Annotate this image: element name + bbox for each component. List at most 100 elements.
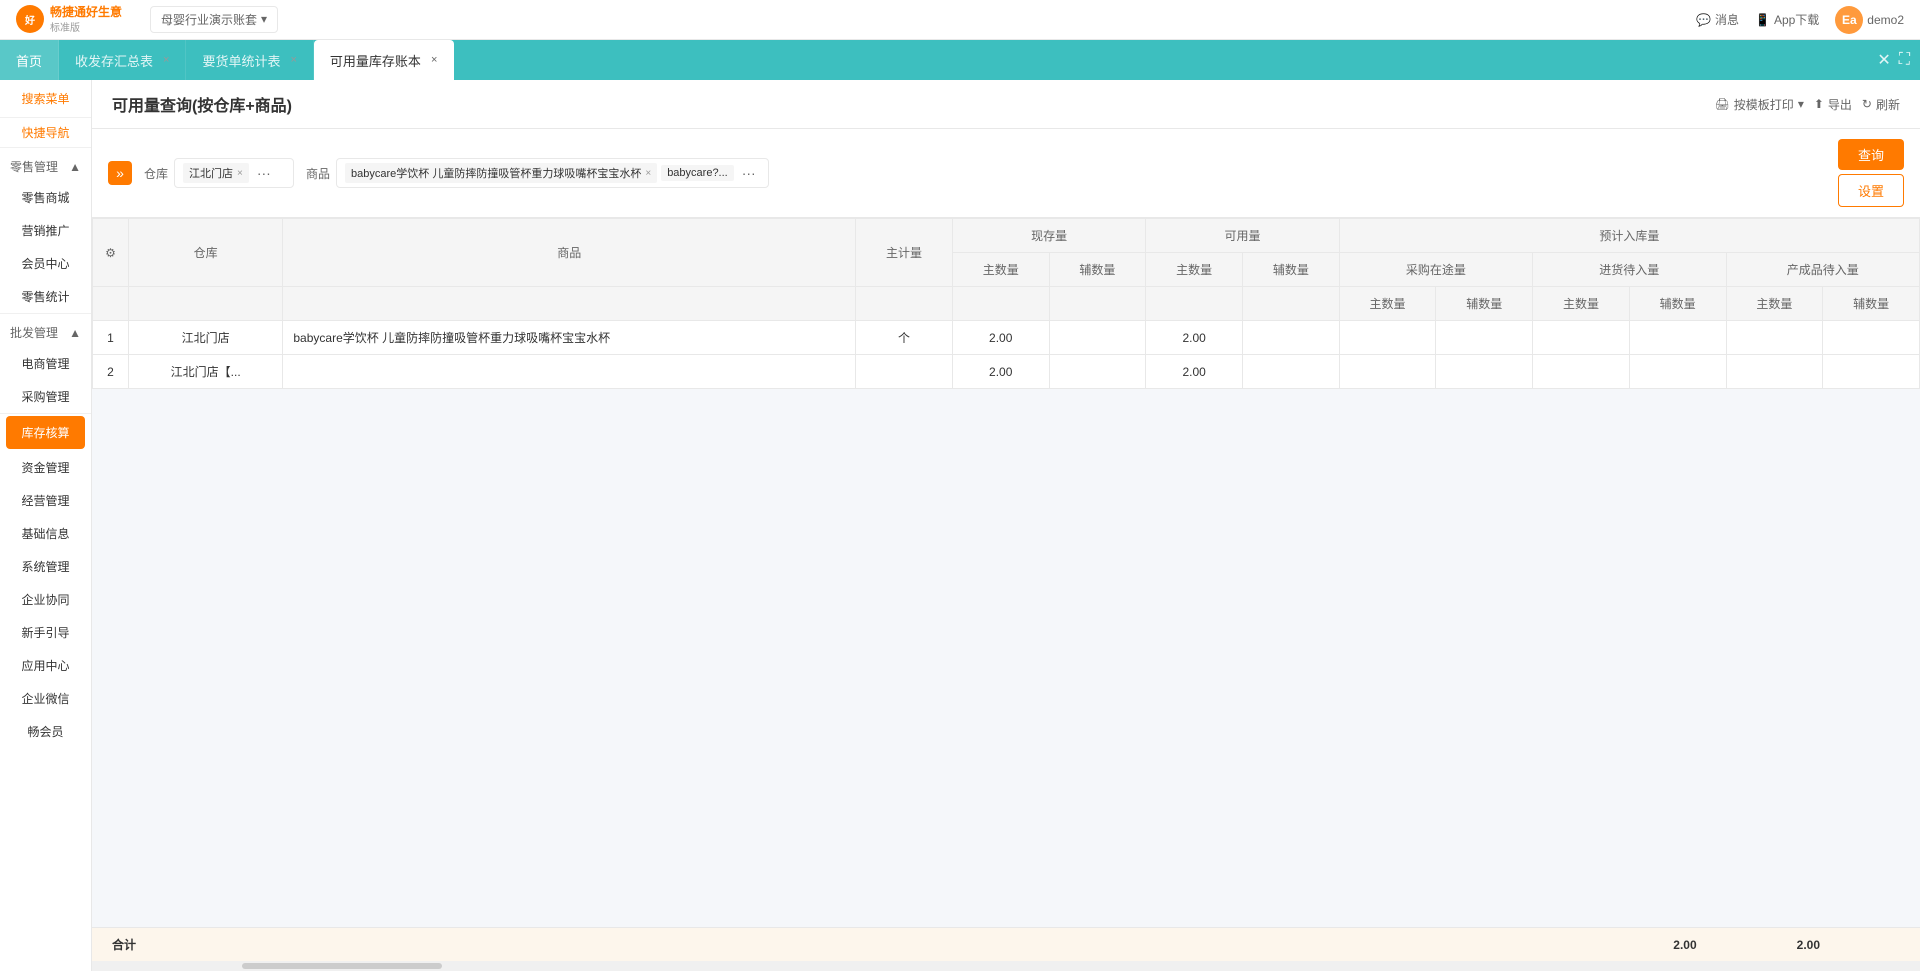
col-current-main-header: 主数量 xyxy=(952,253,1049,287)
sidebar-item-wechat[interactable]: 企业微信 xyxy=(0,682,91,715)
row1-current-aux xyxy=(1049,321,1146,355)
sidebar-group-retail-title[interactable]: 零售管理 ▲ xyxy=(0,148,91,181)
sidebar-item-inventory[interactable]: 库存核算 xyxy=(6,416,85,449)
sidebar-quick-nav[interactable]: 快捷导航 xyxy=(0,118,91,148)
nav-expand-button[interactable]: ⛶ xyxy=(1899,51,1910,69)
sidebar-item-app-center[interactable]: 应用中心 xyxy=(0,649,91,682)
chevron-down-icon2: ▲ xyxy=(69,326,81,340)
col-warehouse-header: 仓库 xyxy=(129,219,283,287)
product-tag1-close[interactable]: × xyxy=(645,168,651,179)
page-title: 可用量查询(按仓库+商品) xyxy=(112,92,292,116)
industry-selector[interactable]: 母婴行业演示账套 ▾ xyxy=(150,6,278,33)
tab-receive-send[interactable]: 收发存汇总表 × xyxy=(59,40,186,80)
top-bar-right: 💬 消息 📱 App下载 Ea demo2 xyxy=(1696,6,1904,34)
sidebar-search[interactable]: 搜索菜单 xyxy=(0,80,91,118)
footer-avail-main: 2.00 xyxy=(1787,938,1830,952)
chevron-up-icon: ▲ xyxy=(69,160,81,174)
row1-purchase-main xyxy=(1339,321,1436,355)
sidebar-item-member2[interactable]: 畅会员 xyxy=(0,715,91,748)
row1-incoming-aux xyxy=(1629,321,1726,355)
sidebar-group-wholesale-title[interactable]: 批发管理 ▲ xyxy=(0,314,91,347)
table-row: 1 江北门店 babycare学饮杯 儿童防摔防撞吸管杯重力球吸嘴杯宝宝水杯 个… xyxy=(93,321,1920,355)
filter-warehouse-input[interactable]: 江北门店 × ··· xyxy=(174,158,294,188)
col-forecast-header: 预计入库量 xyxy=(1339,219,1919,253)
settings-button[interactable]: 设置 xyxy=(1838,174,1904,207)
filter-bar: » 仓库 江北门店 × ··· 商品 babycare学饮杯 儿童防摔防撞吸管杯… xyxy=(92,129,1920,218)
row2-prod-main xyxy=(1726,355,1823,389)
query-button[interactable]: 查询 xyxy=(1838,139,1904,170)
sidebar: 搜索菜单 快捷导航 零售管理 ▲ 零售商城 营销推广 会员中心 零售统计 批发管… xyxy=(0,80,92,971)
sidebar-item-operations[interactable]: 经营管理 xyxy=(0,484,91,517)
row2-current-main: 2.00 xyxy=(952,355,1049,389)
nav-close-button[interactable]: ✕ xyxy=(1877,50,1890,70)
row2-prod-aux xyxy=(1823,355,1920,389)
message-label: 消息 xyxy=(1715,11,1739,28)
row2-purchase-main xyxy=(1339,355,1436,389)
product-tag2: babycare?... xyxy=(661,165,734,181)
filter-product-more[interactable]: ··· xyxy=(738,165,760,181)
tab-order-stats-close[interactable]: × xyxy=(290,54,296,66)
table-footer: 合计 2.00 2.00 xyxy=(92,927,1920,961)
nav-spacer xyxy=(454,40,1867,80)
col-purchase-aux-sub: 辅数量 xyxy=(1436,287,1533,321)
export-button[interactable]: ⬆ 导出 xyxy=(1814,96,1852,113)
sidebar-item-newbie[interactable]: 新手引导 xyxy=(0,616,91,649)
col-empty4 xyxy=(856,287,953,321)
phone-icon: 📱 xyxy=(1755,13,1770,27)
tab-home[interactable]: 首页 xyxy=(0,40,59,80)
sidebar-item-finance[interactable]: 资金管理 xyxy=(0,451,91,484)
refresh-button[interactable]: ↻ 刷新 xyxy=(1862,96,1900,113)
col-empty7 xyxy=(1146,287,1243,321)
warehouse-tag-close[interactable]: × xyxy=(237,168,243,179)
col-product-header: 商品 xyxy=(283,219,856,287)
sidebar-item-purchase[interactable]: 采购管理 xyxy=(0,380,91,413)
sidebar-item-system[interactable]: 系统管理 xyxy=(0,550,91,583)
sidebar-item-basic-info[interactable]: 基础信息 xyxy=(0,517,91,550)
row2-index: 2 xyxy=(93,355,129,389)
horizontal-scrollbar[interactable] xyxy=(92,961,1920,971)
sidebar-item-retail-stats[interactable]: 零售统计 xyxy=(0,280,91,313)
sidebar-item-marketing[interactable]: 营销推广 xyxy=(0,214,91,247)
tab-available-stock-close[interactable]: × xyxy=(431,54,437,66)
sidebar-item-enterprise[interactable]: 企业协同 xyxy=(0,583,91,616)
col-empty8 xyxy=(1242,287,1339,321)
warehouse-tag: 江北门店 × xyxy=(183,163,249,183)
product-tag1: babycare学饮杯 儿童防摔防撞吸管杯重力球吸嘴杯宝宝水杯 × xyxy=(345,163,657,183)
message-button[interactable]: 💬 消息 xyxy=(1696,11,1739,28)
logo-text: 畅捷通好生意 xyxy=(50,5,122,19)
app-download-button[interactable]: 📱 App下载 xyxy=(1755,11,1819,28)
row1-avail-aux xyxy=(1242,321,1339,355)
col-purchase-header: 采购在途量 xyxy=(1339,253,1532,287)
logo-sub: 标准版 xyxy=(50,19,122,34)
industry-label: 母婴行业演示账套 xyxy=(161,11,257,28)
print-button[interactable]: 🖨 按模板打印 ▾ xyxy=(1715,96,1804,113)
row2-avail-aux xyxy=(1242,355,1339,389)
tab-receive-send-close[interactable]: × xyxy=(163,54,169,66)
col-settings-header[interactable]: ⚙ xyxy=(93,219,129,287)
sidebar-item-retail-mall[interactable]: 零售商城 xyxy=(0,181,91,214)
sidebar-item-ecommerce[interactable]: 电商管理 xyxy=(0,347,91,380)
tab-order-stats[interactable]: 要货单统计表 × xyxy=(186,40,313,80)
export-icon: ⬆ xyxy=(1814,97,1824,111)
sidebar-item-member[interactable]: 会员中心 xyxy=(0,247,91,280)
col-production-header: 产成品待入量 xyxy=(1726,253,1920,287)
tab-home-label: 首页 xyxy=(16,51,42,70)
footer-label: 合计 xyxy=(102,936,146,953)
col-empty3 xyxy=(283,287,856,321)
user-area[interactable]: Ea demo2 xyxy=(1835,6,1904,34)
avatar: Ea xyxy=(1835,6,1863,34)
filter-warehouse-label: 仓库 xyxy=(144,165,168,182)
col-incoming-main-sub: 主数量 xyxy=(1533,287,1630,321)
filter-product-label: 商品 xyxy=(306,165,330,182)
page-actions: 🖨 按模板打印 ▾ ⬆ 导出 ↻ 刷新 xyxy=(1715,96,1900,113)
col-available-header: 可用量 xyxy=(1146,219,1339,253)
row1-current-main: 2.00 xyxy=(952,321,1049,355)
tab-order-stats-label: 要货单统计表 xyxy=(202,51,280,70)
filter-warehouse-more[interactable]: ··· xyxy=(253,165,275,181)
row2-warehouse: 江北门店【... xyxy=(129,355,283,389)
filter-product-input[interactable]: babycare学饮杯 儿童防摔防撞吸管杯重力球吸嘴杯宝宝水杯 × babyca… xyxy=(336,158,769,188)
tab-available-stock[interactable]: 可用量库存账本 × xyxy=(314,40,454,80)
filter-expand-button[interactable]: » xyxy=(108,161,132,185)
print-icon: 🖨 xyxy=(1715,97,1730,111)
scroll-thumb[interactable] xyxy=(242,963,442,969)
